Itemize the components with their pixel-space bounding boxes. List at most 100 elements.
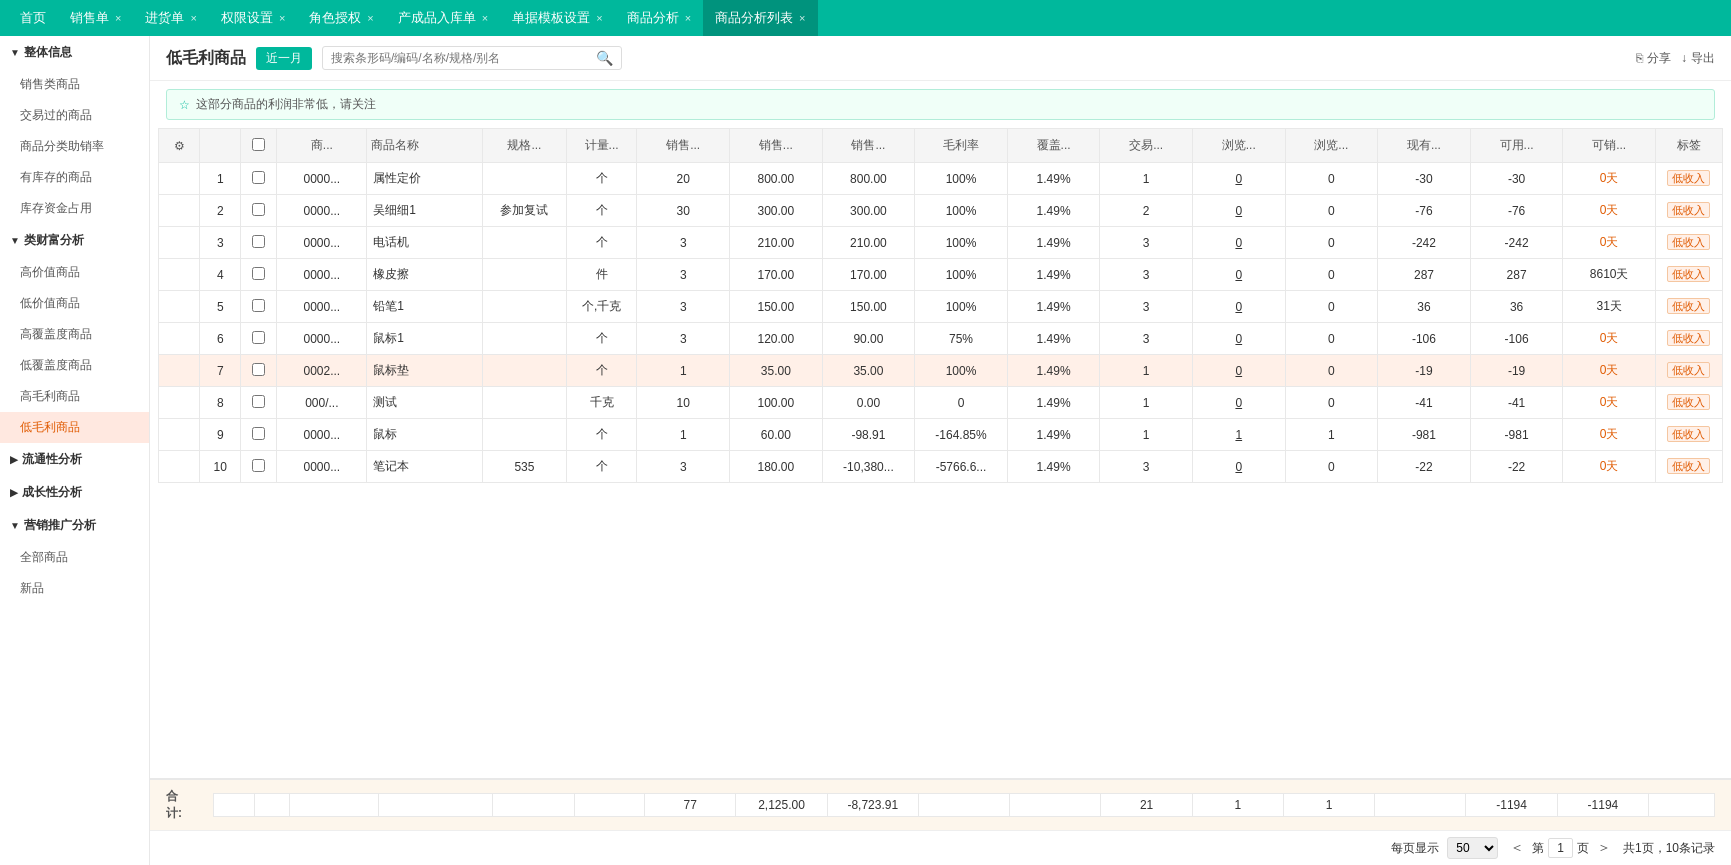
view-link[interactable]: 1 xyxy=(1235,428,1242,442)
sidebar-item-销售类商品[interactable]: 销售类商品 xyxy=(0,69,149,100)
sidebar-item-全部商品[interactable]: 全部商品 xyxy=(0,542,149,573)
col-header-tag[interactable]: 标签 xyxy=(1655,129,1722,163)
next-page-button[interactable]: ＞ xyxy=(1593,839,1615,857)
search-input[interactable] xyxy=(331,51,596,65)
col-tag-cell: 低收入 xyxy=(1655,451,1722,483)
close-icon[interactable]: × xyxy=(279,12,285,24)
view-link[interactable]: 0 xyxy=(1235,204,1242,218)
page-title: 低毛利商品 xyxy=(166,48,246,69)
view-link[interactable]: 0 xyxy=(1235,172,1242,186)
sidebar-item-高价值商品[interactable]: 高价值商品 xyxy=(0,257,149,288)
col-header-view1[interactable]: 浏览... xyxy=(1192,129,1285,163)
footer-total: 合计: 77 2,125.00 -8,723.91 21 1 1 xyxy=(150,778,1731,830)
sidebar-section-流通性分析[interactable]: ▶ 流通性分析 xyxy=(0,443,149,476)
nav-roles[interactable]: 角色授权 × xyxy=(297,0,385,36)
col-gross-margin-cell: 100% xyxy=(915,195,1008,227)
sidebar-item-高毛利商品[interactable]: 高毛利商品 xyxy=(0,381,149,412)
nav-template-settings[interactable]: 单据模板设置 × xyxy=(500,0,614,36)
share-button[interactable]: ⎘ 分享 xyxy=(1636,50,1671,67)
view-link[interactable]: 0 xyxy=(1235,332,1242,346)
col-spec-cell xyxy=(483,259,567,291)
view-link[interactable]: 0 xyxy=(1235,236,1242,250)
export-button[interactable]: ↓ 导出 xyxy=(1681,50,1715,67)
sidebar-item-高覆盖度商品[interactable]: 高覆盖度商品 xyxy=(0,319,149,350)
date-filter-button[interactable]: 近一月 xyxy=(256,47,312,70)
view-link[interactable]: 0 xyxy=(1235,364,1242,378)
col-header-name[interactable]: 商品名称 xyxy=(367,129,483,163)
sidebar-section-类财富分析[interactable]: ▼ 类财富分析 xyxy=(0,224,149,257)
close-icon[interactable]: × xyxy=(799,12,805,24)
col-header-sale-qty[interactable]: 销售... xyxy=(637,129,730,163)
sidebar-item-库存资金占用[interactable]: 库存资金占用 xyxy=(0,193,149,224)
close-icon[interactable]: × xyxy=(115,12,121,24)
nav-home[interactable]: 首页 xyxy=(8,0,58,36)
col-header-saleable[interactable]: 可销... xyxy=(1563,129,1656,163)
close-icon[interactable]: × xyxy=(596,12,602,24)
col-code-cell: 0000... xyxy=(277,195,367,227)
tag-badge: 低收入 xyxy=(1667,458,1710,474)
nav-purchase[interactable]: 进货单 × xyxy=(133,0,208,36)
view-link[interactable]: 0 xyxy=(1235,460,1242,474)
col-view1-cell: 0 xyxy=(1192,195,1285,227)
sidebar-section-成长性分析[interactable]: ▶ 成长性分析 xyxy=(0,476,149,509)
view-link[interactable]: 0 xyxy=(1235,268,1242,282)
col-header-unit[interactable]: 计量... xyxy=(566,129,637,163)
col-header-code[interactable]: 商... xyxy=(277,129,367,163)
close-icon[interactable]: × xyxy=(367,12,373,24)
col-name-cell: 鼠标垫 xyxy=(367,355,483,387)
sidebar-section-营销推广分析[interactable]: ▼ 营销推广分析 xyxy=(0,509,149,542)
col-header-settings[interactable]: ⚙ xyxy=(159,129,200,163)
sidebar: ▼ 整体信息 销售类商品 交易过的商品 商品分类助销率 有库存的商品 库存资金占… xyxy=(0,36,150,865)
close-icon[interactable]: × xyxy=(190,12,196,24)
sidebar-item-低毛利商品[interactable]: 低毛利商品 xyxy=(0,412,149,443)
close-icon[interactable]: × xyxy=(482,12,488,24)
view-link[interactable]: 0 xyxy=(1235,396,1242,410)
sidebar-item-低覆盖度商品[interactable]: 低覆盖度商品 xyxy=(0,350,149,381)
col-header-current-stock[interactable]: 现有... xyxy=(1378,129,1471,163)
col-view2-cell: 1 xyxy=(1285,419,1378,451)
search-icon[interactable]: 🔍 xyxy=(596,50,613,66)
close-icon[interactable]: × xyxy=(685,12,691,24)
col-header-coverage[interactable]: 覆盖... xyxy=(1007,129,1100,163)
sidebar-section-整体信息[interactable]: ▼ 整体信息 xyxy=(0,36,149,69)
row-checkbox[interactable] xyxy=(252,299,265,312)
search-box: 🔍 xyxy=(322,46,622,70)
col-sale-profit-cell: 300.00 xyxy=(822,195,915,227)
sidebar-item-低价值商品[interactable]: 低价值商品 xyxy=(0,288,149,319)
top-nav: 首页 销售单 × 进货单 × 权限设置 × 角色授权 × 产成品入库单 × 单据… xyxy=(0,0,1731,36)
row-checkbox[interactable] xyxy=(252,235,265,248)
nav-product-analysis-list[interactable]: 商品分析列表 × xyxy=(703,0,817,36)
sidebar-item-交易过的商品[interactable]: 交易过的商品 xyxy=(0,100,149,131)
row-checkbox[interactable] xyxy=(252,171,265,184)
col-sale-price-cell: 120.00 xyxy=(730,323,823,355)
sidebar-item-新品[interactable]: 新品 xyxy=(0,573,149,604)
col-header-spec[interactable]: 规格... xyxy=(483,129,567,163)
prev-page-button[interactable]: ＜ xyxy=(1506,839,1528,857)
row-checkbox[interactable] xyxy=(252,203,265,216)
col-header-gross-margin[interactable]: 毛利率 xyxy=(915,129,1008,163)
nav-product-entry[interactable]: 产成品入库单 × xyxy=(386,0,500,36)
col-header-sale-profit[interactable]: 销售... xyxy=(822,129,915,163)
current-page[interactable]: 1 xyxy=(1548,838,1573,858)
sidebar-item-商品分类助销率[interactable]: 商品分类助销率 xyxy=(0,131,149,162)
row-checkbox[interactable] xyxy=(252,363,265,376)
nav-permissions[interactable]: 权限设置 × xyxy=(209,0,297,36)
nav-sales[interactable]: 销售单 × xyxy=(58,0,133,36)
row-checkbox[interactable] xyxy=(252,267,265,280)
per-page-select[interactable]: 50 20 100 xyxy=(1447,837,1498,859)
row-checkbox[interactable] xyxy=(252,427,265,440)
sidebar-item-有库存的商品[interactable]: 有库存的商品 xyxy=(0,162,149,193)
col-header-sale-price[interactable]: 销售... xyxy=(730,129,823,163)
row-checkbox[interactable] xyxy=(252,395,265,408)
col-header-trade-count[interactable]: 交易... xyxy=(1100,129,1193,163)
nav-product-analysis[interactable]: 商品分析 × xyxy=(615,0,703,36)
select-all-checkbox[interactable] xyxy=(252,138,265,151)
col-header-view2[interactable]: 浏览... xyxy=(1285,129,1378,163)
row-checkbox[interactable] xyxy=(252,459,265,472)
col-header-available[interactable]: 可用... xyxy=(1470,129,1563,163)
view-link[interactable]: 0 xyxy=(1235,300,1242,314)
col-saleable-cell: 0天 xyxy=(1563,419,1656,451)
row-checkbox[interactable] xyxy=(252,331,265,344)
col-sale-profit-cell: -10,380... xyxy=(822,451,915,483)
col-sale-price-cell: 100.00 xyxy=(730,387,823,419)
